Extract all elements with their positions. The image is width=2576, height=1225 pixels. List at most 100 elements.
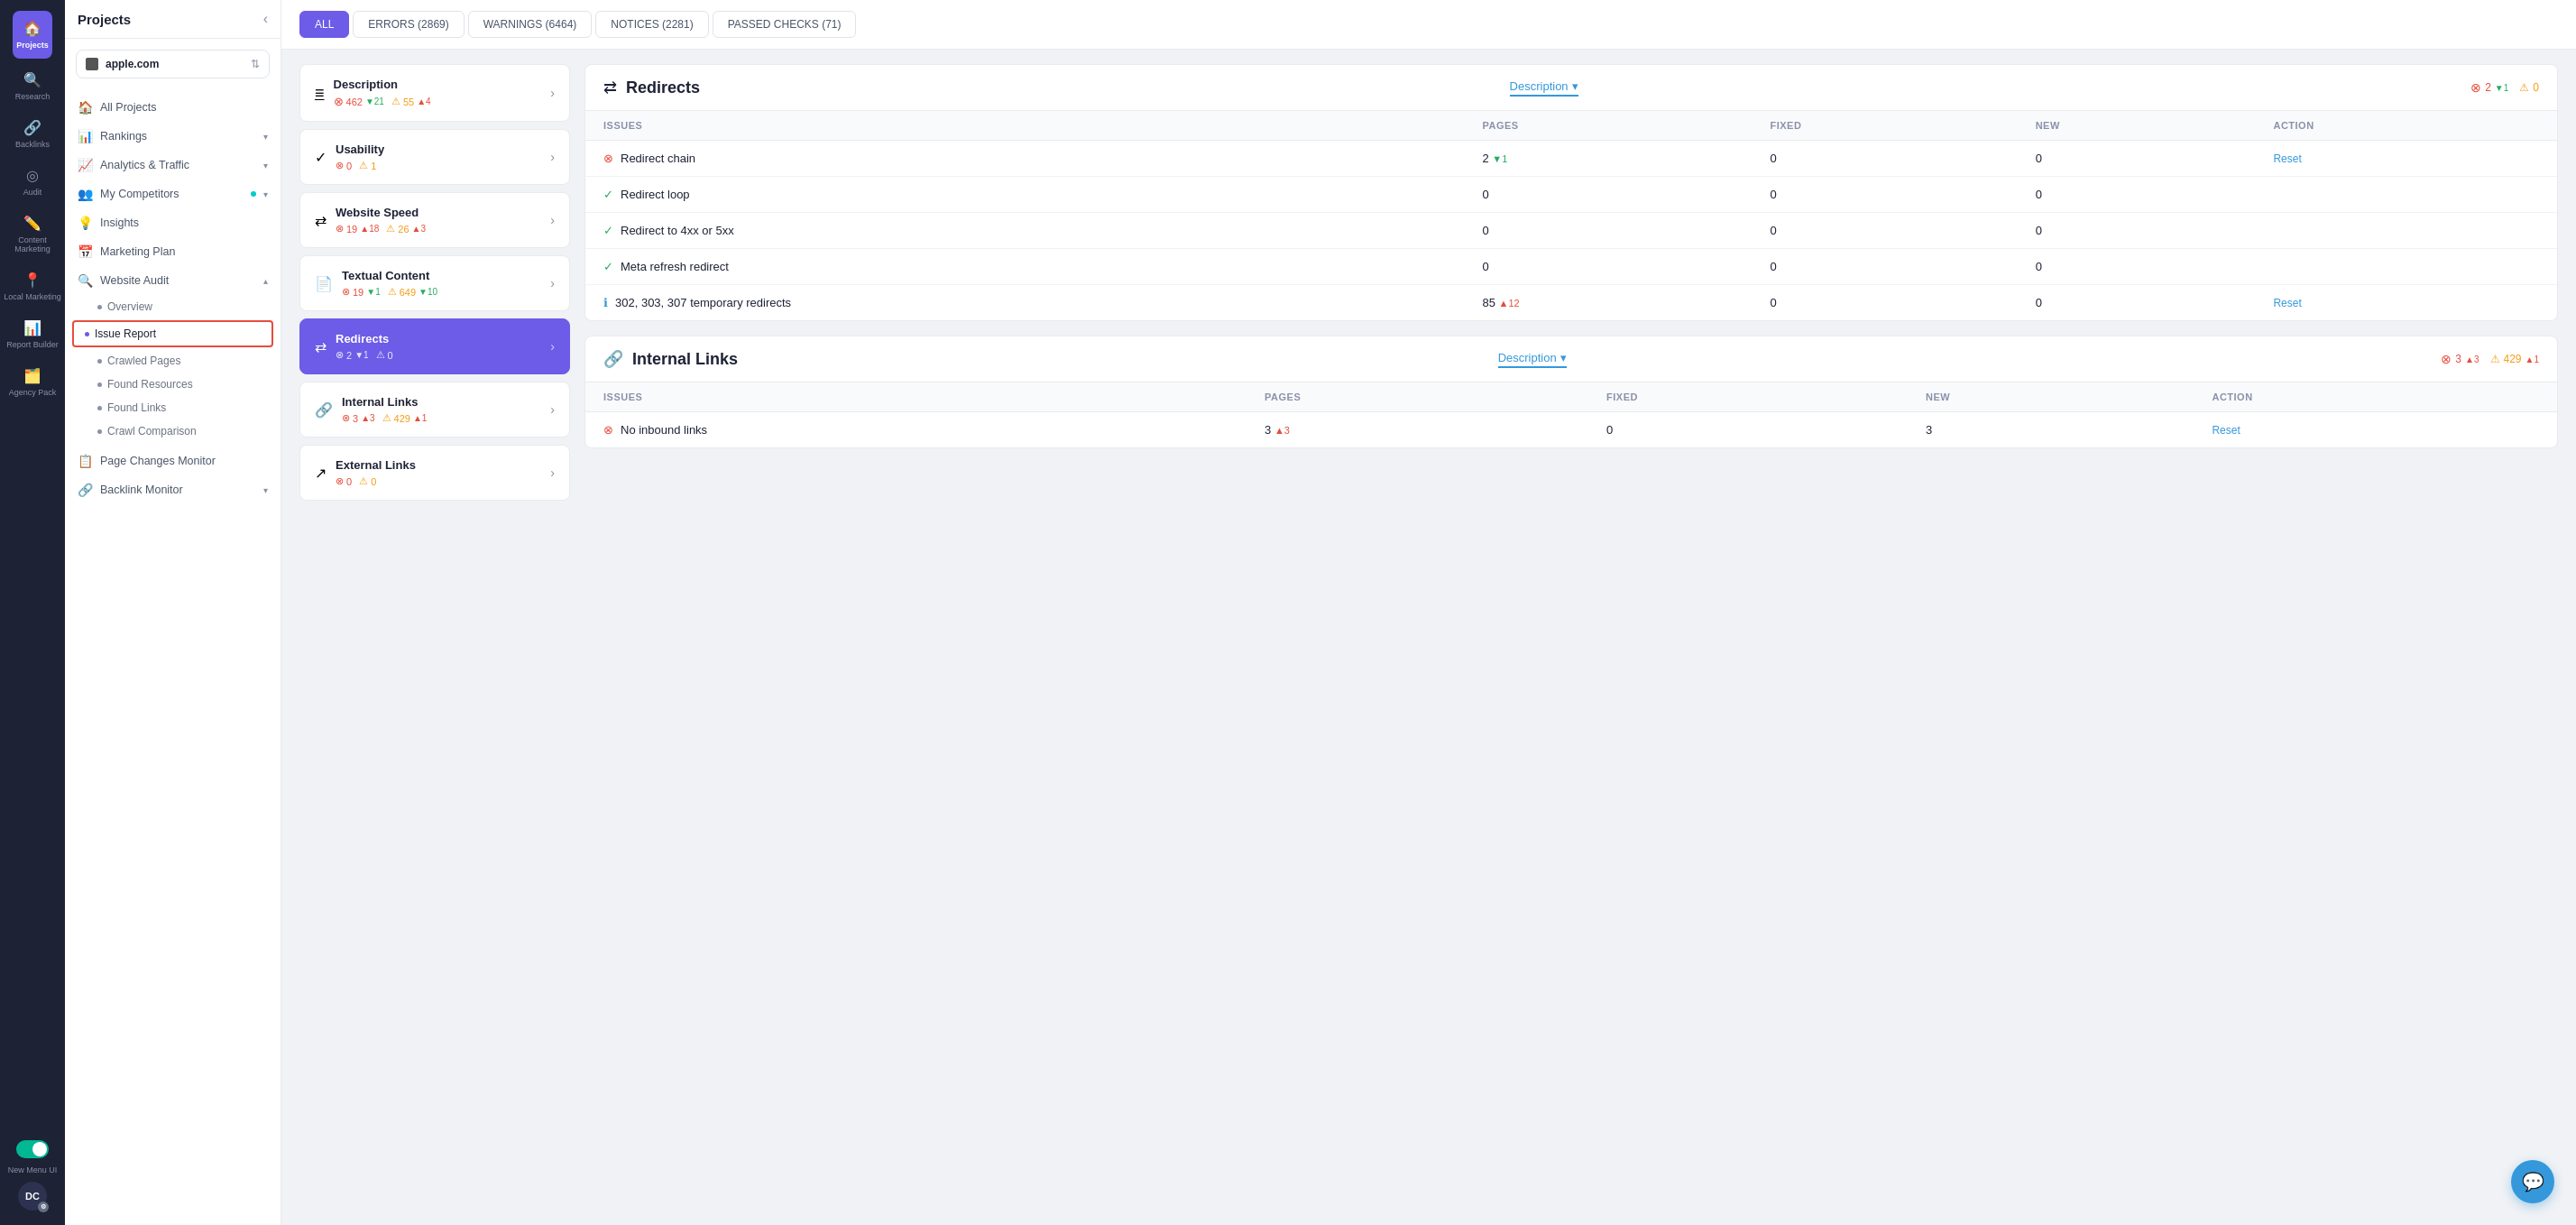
warning-triangle-icon-2: ⚠: [359, 160, 368, 171]
nav-item-backlinks[interactable]: 🔗 Backlinks: [0, 110, 65, 158]
main-content: ALL ERRORS (2869) WARNINGS (6464) NOTICE…: [281, 0, 2576, 1225]
new-menu-ui-toggle[interactable]: [16, 1140, 49, 1158]
sidebar-sub-found-links[interactable]: Found Links: [65, 396, 281, 419]
sidebar-label-website-audit: Website Audit: [100, 274, 256, 287]
issue-card-description[interactable]: ≡ Description ⊗ 462 ▼21 ⚠ 55 ▲4: [299, 64, 570, 122]
sidebar-sub-found-resources[interactable]: Found Resources: [65, 373, 281, 396]
nav-item-local-marketing[interactable]: 📍 Local Marketing: [0, 262, 65, 310]
redirects-description-button[interactable]: Description ▾: [1510, 79, 1578, 97]
filter-btn-warnings[interactable]: WARNINGS (6464): [468, 11, 593, 38]
sidebar-item-my-competitors[interactable]: 👥 My Competitors ▾: [65, 180, 281, 208]
issue-card-usability[interactable]: ✓ Usability ⊗ 0 ⚠ 1 ›: [299, 129, 570, 185]
issue-card-textual-content[interactable]: 📄 Textual Content ⊗ 19 ▼1 ⚠ 649 ▼10: [299, 255, 570, 311]
il-col-issues: ISSUES: [585, 382, 1247, 412]
sidebar-item-website-audit[interactable]: 🔍 Website Audit ▴: [65, 266, 281, 295]
overview-dot: [97, 305, 102, 309]
avatar-initials: DC: [25, 1191, 40, 1202]
nav-wrap-local-marketing: 📍 Local Marketing: [0, 262, 65, 310]
sidebar-sub-issue-report[interactable]: Issue Report: [74, 322, 271, 345]
issue-card-redirects[interactable]: ⇄ Redirects ⊗ 2 ▼1 ⚠ 0: [299, 318, 570, 374]
sidebar-item-insights[interactable]: 💡 Insights: [65, 208, 281, 237]
sidebar-label-backlink-monitor: Backlink Monitor: [100, 484, 256, 496]
nav-item-report-builder[interactable]: 📊 Report Builder: [0, 310, 65, 358]
issue-card-website-speed[interactable]: ⇄ Website Speed ⊗ 19 ▲18 ⚠ 26 ▲3: [299, 192, 570, 248]
error-circle-icon-3: ⊗: [336, 223, 344, 235]
usability-card-icon: ✓: [315, 149, 327, 166]
il-col-fixed: FIXED: [1588, 382, 1908, 412]
sidebar-item-page-changes-monitor[interactable]: 📋 Page Changes Monitor: [65, 447, 281, 475]
nav-item-projects[interactable]: 🏠 Projects: [13, 11, 52, 59]
chevron-down-icon-2: ▾: [1560, 351, 1567, 364]
issue-card-internal-links[interactable]: 🔗 Internal Links ⊗ 3 ▲3 ⚠ 429 ▲1: [299, 382, 570, 438]
external-links-card-arrow: ›: [550, 465, 555, 480]
project-selector[interactable]: apple.com ⇅: [76, 50, 270, 78]
insights-icon: 💡: [78, 216, 93, 230]
row-success-icon-3: ✓: [603, 260, 613, 273]
il-reset-button[interactable]: Reset: [2212, 424, 2240, 437]
pages-cell: 0: [1464, 213, 1752, 249]
filter-bar: ALL ERRORS (2869) WARNINGS (6464) NOTICE…: [281, 0, 2576, 50]
sidebar-sub-crawled-pages[interactable]: Crawled Pages: [65, 349, 281, 373]
il-fixed-cell: 0: [1588, 412, 1908, 448]
textual-content-card-title: Textual Content: [342, 269, 541, 282]
filter-btn-passed[interactable]: PASSED CHECKS (71): [713, 11, 857, 38]
speed-card-arrow: ›: [550, 213, 555, 227]
pages-cell: 2 ▼1: [1464, 141, 1752, 177]
sidebar-sub-label-found-links: Found Links: [107, 401, 166, 414]
sidebar-close-button[interactable]: ‹: [263, 11, 268, 27]
row-error-icon: ⊗: [603, 152, 613, 165]
marketing-plan-icon: 📅: [78, 244, 93, 259]
crawl-comparison-dot: [97, 429, 102, 434]
nav-item-audit[interactable]: ◎ Audit: [0, 158, 65, 206]
content-marketing-icon: ✏️: [23, 215, 41, 232]
nav-item-content-marketing[interactable]: ✏️ Content Marketing: [0, 206, 65, 262]
sidebar-item-analytics-traffic[interactable]: 📈 Analytics & Traffic ▾: [65, 151, 281, 180]
internal-links-detail-header: 🔗 Internal Links Description ▾ ⊗ 3 ▲3: [585, 336, 2557, 382]
home-icon: 🏠: [23, 20, 41, 37]
competitors-dot: [251, 191, 256, 197]
usability-warning-badge: ⚠ 1: [359, 160, 376, 171]
nav-item-agency-pack[interactable]: 🗂️ Agency Pack: [0, 358, 65, 406]
il-col-action: ACTION: [2194, 382, 2557, 412]
project-name: apple.com: [106, 58, 244, 70]
usability-card-title: Usability: [336, 143, 541, 156]
textual-content-card-body: Textual Content ⊗ 19 ▼1 ⚠ 649 ▼10: [342, 269, 541, 298]
reset-button-0[interactable]: Reset: [2273, 152, 2301, 165]
backlink-monitor-icon: 🔗: [78, 483, 93, 497]
il-row-error-icon: ⊗: [603, 423, 613, 437]
analytics-icon: 📈: [78, 158, 93, 172]
il-col-new: NEW: [1908, 382, 2194, 412]
usability-card-arrow: ›: [550, 150, 555, 164]
nav-label-content-marketing: Content Marketing: [4, 235, 61, 253]
table-row: ✓ Redirect to 4xx or 5xx 0 0 0: [585, 213, 2557, 249]
sidebar-item-marketing-plan[interactable]: 📅 Marketing Plan: [65, 237, 281, 266]
nav-item-research[interactable]: 🔍 Research: [0, 62, 65, 110]
internal-links-detail-section: 🔗 Internal Links Description ▾ ⊗ 3 ▲3: [584, 336, 2558, 448]
user-avatar[interactable]: DC ⚙: [18, 1182, 47, 1211]
issue-card-external-links[interactable]: ↗ External Links ⊗ 0 ⚠ 0 ›: [299, 445, 570, 501]
backlink-monitor-arrow-icon: ▾: [263, 485, 268, 495]
internal-links-detail-badges: ⊗ 3 ▲3 ⚠ 429 ▲1: [2441, 352, 2539, 366]
chat-button[interactable]: 💬: [2511, 1160, 2554, 1203]
issue-cell: ✓ Meta refresh redirect: [585, 249, 1464, 285]
description-warning-badge: ⚠ 55 ▲4: [391, 96, 431, 107]
sidebar-title: Projects: [78, 12, 131, 27]
sidebar-sub-crawl-comparison[interactable]: Crawl Comparison: [65, 419, 281, 443]
reset-button-4[interactable]: Reset: [2273, 297, 2301, 309]
warning-triangle-icon-6: ⚠: [382, 412, 391, 424]
sidebar-item-rankings[interactable]: 📊 Rankings ▾: [65, 122, 281, 151]
filter-btn-notices[interactable]: NOTICES (2281): [595, 11, 708, 38]
redirects-detail-section: ⇄ Redirects Description ▾ ⊗ 2 ▼1: [584, 64, 2558, 321]
filter-btn-errors[interactable]: ERRORS (2869): [353, 11, 464, 38]
sidebar-sub-overview[interactable]: Overview: [65, 295, 281, 318]
internal-links-table-head: ISSUES PAGES FIXED NEW ACTION: [585, 382, 2557, 412]
col-issues: ISSUES: [585, 111, 1464, 141]
sidebar-item-all-projects[interactable]: 🏠 All Projects: [65, 93, 281, 122]
sidebar-item-backlink-monitor[interactable]: 🔗 Backlink Monitor ▾: [65, 475, 281, 504]
website-speed-card-body: Website Speed ⊗ 19 ▲18 ⚠ 26 ▲3: [336, 206, 541, 235]
internal-links-stats: ⊗ 3 ▲3 ⚠ 429 ▲1: [342, 412, 541, 424]
filter-btn-all[interactable]: ALL: [299, 11, 349, 38]
internal-links-description-button[interactable]: Description ▾: [1498, 351, 1567, 368]
table-row: ✓ Redirect loop 0 0 0: [585, 177, 2557, 213]
error-icon: ⊗: [2470, 80, 2481, 95]
